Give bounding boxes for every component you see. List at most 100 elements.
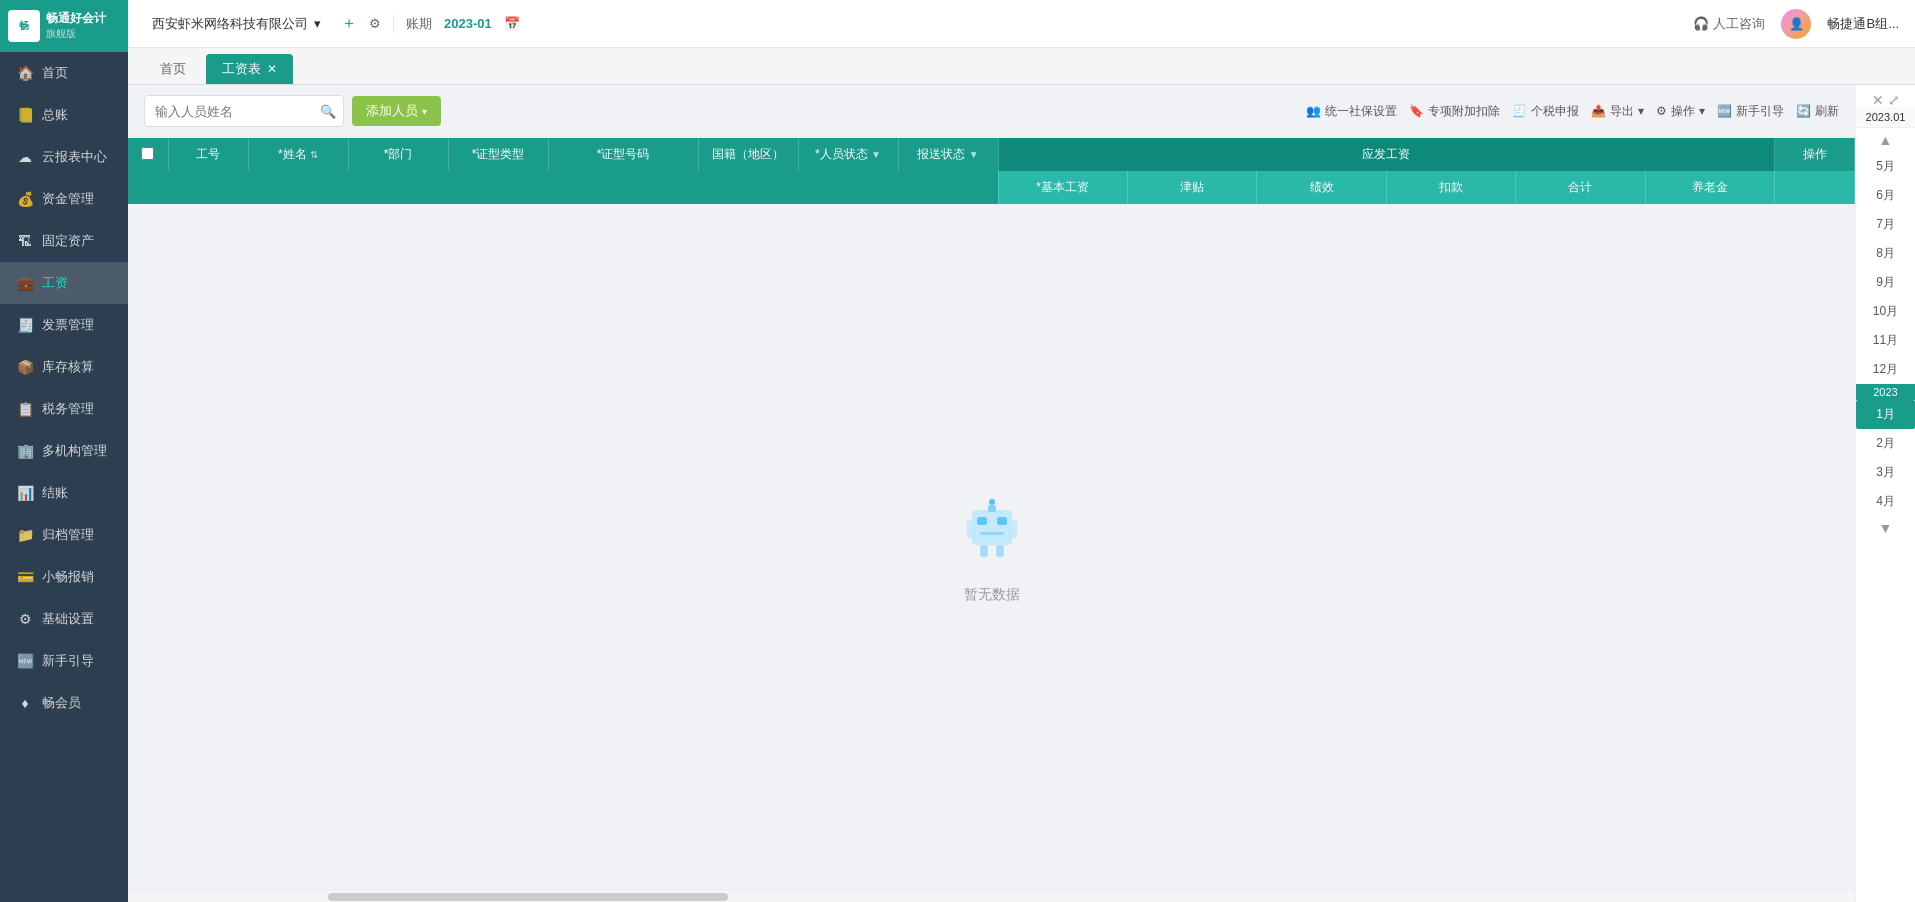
month-7[interactable]: 7月 — [1856, 210, 1915, 239]
sidebar-item-guide[interactable]: 🆕 新手引导 — [0, 640, 128, 682]
month-3[interactable]: 3月 — [1856, 458, 1915, 487]
th-base-salary: *基本工资 — [998, 171, 1127, 204]
search-wrap: 🔍 — [144, 95, 344, 127]
panel-close-icon[interactable]: ✕ — [1872, 93, 1884, 107]
svg-rect-7 — [1011, 520, 1017, 538]
sidebar-item-cloud-report[interactable]: ☁ 云报表中心 — [0, 136, 128, 178]
add-company-icon[interactable]: ＋ — [341, 13, 357, 34]
month-8[interactable]: 8月 — [1856, 239, 1915, 268]
sidebar-item-expense[interactable]: 💳 小畅报销 — [0, 556, 128, 598]
refresh-btn[interactable]: 🔄 刷新 — [1796, 103, 1839, 120]
export-btn[interactable]: 📤 导出 ▾ — [1591, 103, 1644, 120]
month-6[interactable]: 6月 — [1856, 181, 1915, 210]
sidebar-item-home[interactable]: 🏠 首页 — [0, 52, 128, 94]
add-person-label: 添加人员 — [366, 102, 418, 120]
user-name[interactable]: 畅捷通B组... — [1827, 15, 1899, 33]
th-name[interactable]: *姓名 ⇅ — [248, 138, 348, 171]
sidebar-item-archive[interactable]: 📁 归档管理 — [0, 514, 128, 556]
logo-icon: 畅 — [8, 10, 40, 42]
export-label: 导出 — [1610, 103, 1634, 120]
ledger-icon: 📒 — [16, 107, 34, 123]
sidebar-item-settings[interactable]: ⚙ 基础设置 — [0, 598, 128, 640]
month-2[interactable]: 2月 — [1856, 429, 1915, 458]
sidebar-item-label: 库存核算 — [42, 358, 94, 376]
month-10[interactable]: 10月 — [1856, 297, 1915, 326]
service-btn[interactable]: 🎧 人工咨询 — [1693, 15, 1765, 33]
company-selector[interactable]: 西安虾米网络科技有限公司 ▾ — [144, 11, 329, 37]
guide-label: 新手引导 — [1736, 103, 1784, 120]
personal-tax-icon: 🧾 — [1512, 104, 1527, 118]
sidebar-item-invoice[interactable]: 🧾 发票管理 — [0, 304, 128, 346]
content-with-panel: 🔍 添加人员 ▾ 👥 统一社保设置 🔖 专项附加扣除 — [128, 85, 1915, 902]
main-content: 🔍 添加人员 ▾ 👥 统一社保设置 🔖 专项附加扣除 — [128, 85, 1855, 902]
personal-tax-label: 个税申报 — [1531, 103, 1579, 120]
tax-icon: 📋 — [16, 401, 34, 417]
sidebar-item-fixed-assets[interactable]: 🏗 固定资产 — [0, 220, 128, 262]
personal-tax-btn[interactable]: 🧾 个税申报 — [1512, 103, 1579, 120]
header-right: 🎧 人工咨询 👤 畅捷通B组... — [1693, 9, 1899, 39]
period-label: 账期 — [406, 15, 432, 33]
month-12[interactable]: 12月 — [1856, 355, 1915, 384]
operations-label: 操作 — [1671, 103, 1695, 120]
sidebar-item-close[interactable]: 📊 结账 — [0, 472, 128, 514]
empty-state: 暂无数据 — [128, 204, 1855, 890]
social-security-btn[interactable]: 👥 统一社保设置 — [1306, 103, 1397, 120]
multi-org-icon: 🏢 — [16, 443, 34, 459]
guide-btn[interactable]: 🆕 新手引导 — [1717, 103, 1784, 120]
scrollbar-thumb[interactable] — [328, 893, 728, 901]
sidebar-item-member[interactable]: ♦ 畅会员 — [0, 682, 128, 724]
operations-btn[interactable]: ⚙ 操作 ▾ — [1656, 103, 1705, 120]
scroll-up-btn[interactable]: ▲ — [1856, 128, 1915, 152]
invoice-icon: 🧾 — [16, 317, 34, 333]
th-salary-group: 应发工资 — [998, 138, 1775, 171]
svg-rect-9 — [996, 545, 1004, 557]
tab-home[interactable]: 首页 — [144, 54, 202, 84]
tab-close-icon[interactable]: ✕ — [267, 62, 277, 76]
month-1-active[interactable]: 1月 — [1856, 400, 1915, 429]
th-person-status[interactable]: *人员状态 ▼ — [798, 138, 898, 171]
th-deduct: 扣款 — [1386, 171, 1515, 204]
panel-year-label: 2023.01 — [1856, 107, 1915, 128]
refresh-icon: 🔄 — [1796, 104, 1811, 118]
month-9[interactable]: 9月 — [1856, 268, 1915, 297]
sidebar-item-fund[interactable]: 💰 资金管理 — [0, 178, 128, 220]
calendar-icon[interactable]: 📅 — [504, 16, 520, 31]
svg-rect-0 — [972, 510, 1012, 545]
th-checkbox[interactable] — [128, 138, 168, 171]
th-name-label: *姓名 — [278, 147, 307, 161]
member-icon: ♦ — [16, 695, 34, 711]
tab-salary-table[interactable]: 工资表 ✕ — [206, 54, 293, 84]
dropdown-arrow-icon: ▾ — [314, 16, 321, 31]
period-value[interactable]: 2023-01 — [444, 16, 492, 31]
select-all-checkbox[interactable] — [141, 147, 154, 160]
search-input[interactable] — [144, 95, 344, 127]
sidebar-item-label: 首页 — [42, 64, 68, 82]
sidebar-item-salary[interactable]: 💼 工资 — [0, 262, 128, 304]
sidebar-item-inventory[interactable]: 📦 库存核算 — [0, 346, 128, 388]
special-deduct-btn[interactable]: 🔖 专项附加扣除 — [1409, 103, 1500, 120]
month-4[interactable]: 4月 — [1856, 487, 1915, 516]
sidebar-item-label: 多机构管理 — [42, 442, 107, 460]
scrollbar-area[interactable] — [128, 890, 1855, 902]
refresh-label: 刷新 — [1815, 103, 1839, 120]
month-5[interactable]: 5月 — [1856, 152, 1915, 181]
th-total: 合计 — [1516, 171, 1645, 204]
operations-icon: ⚙ — [1656, 104, 1667, 118]
th-report-status[interactable]: 报送状态 ▼ — [898, 138, 998, 171]
settings-gear-icon[interactable]: ⚙ — [369, 16, 381, 31]
sidebar-item-tax[interactable]: 📋 税务管理 — [0, 388, 128, 430]
operations-arrow-icon: ▾ — [1699, 104, 1705, 118]
sidebar-item-label: 小畅报销 — [42, 568, 94, 586]
sidebar-item-ledger[interactable]: 📒 总账 — [0, 94, 128, 136]
th-cert-type: *证型类型 — [448, 138, 548, 171]
scroll-down-btn[interactable]: ▼ — [1856, 516, 1915, 540]
sidebar-logo: 畅 畅通好会计 旗舰版 — [0, 0, 128, 52]
panel-expand-icon[interactable]: ⤢ — [1888, 93, 1900, 107]
sidebar-item-multi-org[interactable]: 🏢 多机构管理 — [0, 430, 128, 472]
svg-rect-4 — [988, 505, 996, 512]
month-11[interactable]: 11月 — [1856, 326, 1915, 355]
close-period-icon: 📊 — [16, 485, 34, 501]
add-person-button[interactable]: 添加人员 ▾ — [352, 96, 441, 126]
right-month-panel: ✕ ⤢ 2023.01 ▲ 5月 6月 7月 8月 9月 10月 11月 12月… — [1855, 85, 1915, 902]
search-icon[interactable]: 🔍 — [320, 104, 336, 119]
